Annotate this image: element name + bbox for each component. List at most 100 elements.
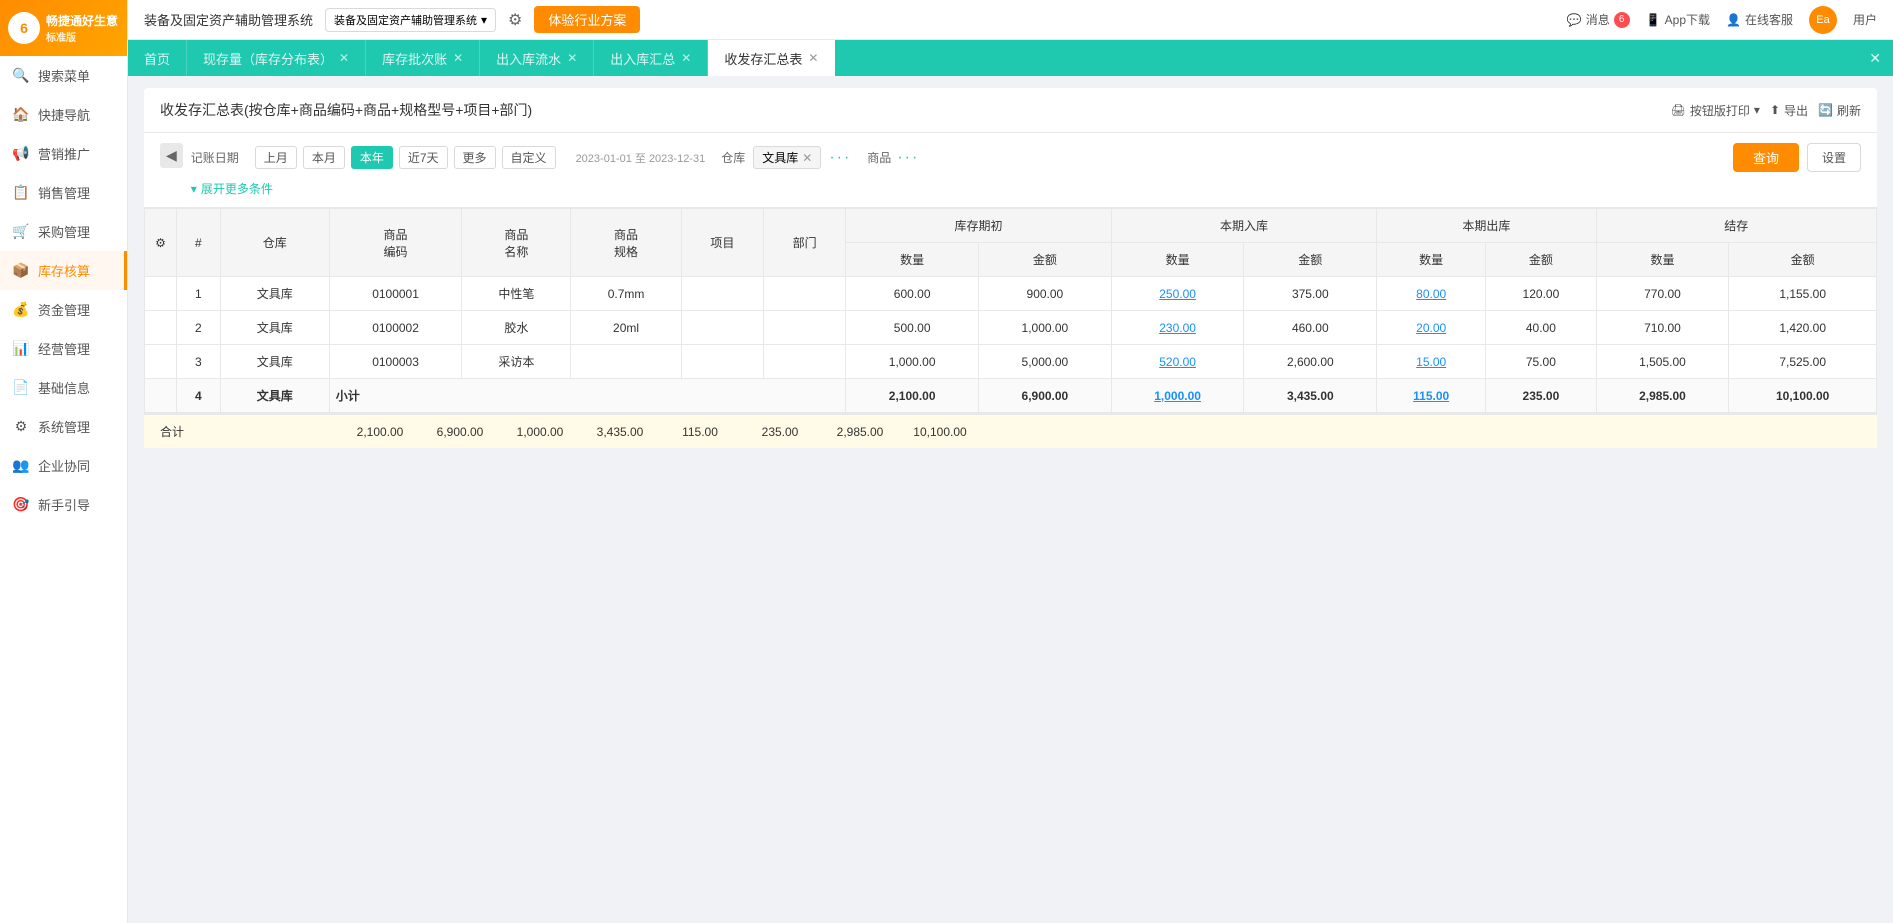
date-btn-本年[interactable]: 本年 [351, 146, 393, 169]
tab-close-icon[interactable]: ✕ [453, 52, 463, 64]
tab-label: 出入库流水 [496, 49, 561, 68]
warehouse-dots[interactable]: ··· [829, 149, 851, 167]
tab-close-icon[interactable]: ✕ [339, 52, 349, 64]
collapse-btn[interactable]: ◀ [160, 143, 183, 168]
dropdown-icon: ▾ [1754, 103, 1760, 117]
tab-收发存汇总表[interactable]: 收发存汇总表✕ [708, 40, 835, 76]
export-action[interactable]: ⬆ 导出 [1770, 102, 1808, 119]
sidebar-label: 库存核算 [38, 261, 90, 280]
sidebar-label: 基础信息 [38, 378, 90, 397]
messages-item[interactable]: 💬 消息 6 [1567, 11, 1630, 28]
table-config-header[interactable]: ⚙ [145, 209, 177, 277]
expand-filter-btn[interactable]: ▾ 展开更多条件 [191, 180, 1861, 197]
sidebar-item-企业协同[interactable]: 👥企业协同 [0, 446, 127, 485]
table-subtotal-row: 4 文具库 小计 2,100.00 6,900.00 1,000.00 3,43… [145, 379, 1877, 413]
tab-出入库汇总[interactable]: 出入库汇总✕ [594, 40, 708, 76]
sidebar-item-搜索菜单[interactable]: 🔍搜索菜单 [0, 56, 127, 95]
sidebar-item-采购管理[interactable]: 🛒采购管理 [0, 212, 127, 251]
product-dots[interactable]: ··· [897, 149, 919, 167]
app-download-label: App下载 [1665, 11, 1710, 28]
tabbar-close-all[interactable]: ✕ [1857, 50, 1893, 67]
system-select[interactable]: 装备及固定资产辅助管理系统 ▾ [325, 8, 496, 32]
print-icon: 🖨 [1671, 103, 1686, 117]
col-out-qty: 数量 [1377, 243, 1486, 277]
total-balance-amt: 10,100.00 [900, 425, 980, 439]
sidebar-item-营销推广[interactable]: 📢营销推广 [0, 134, 127, 173]
table-row: 1 文具库 0100001 中性笔 0.7mm 600.00 900.00 25… [145, 277, 1877, 311]
warehouse-tag-close[interactable]: ✕ [802, 151, 812, 165]
sidebar-icon: 📢 [12, 145, 30, 162]
sidebar-item-库存核算[interactable]: 📦 库存核算 [0, 251, 127, 290]
date-range: 2023-01-01 至 2023-12-31 [576, 150, 706, 166]
messages-label: 消息 [1586, 11, 1610, 28]
settings-button[interactable]: 设置 [1807, 143, 1861, 172]
date-btn-自定义[interactable]: 自定义 [502, 146, 556, 169]
total-balance-qty: 2,985.00 [820, 425, 900, 439]
tab-出入库流水[interactable]: 出入库流水 ✕ [480, 40, 594, 76]
messages-badge: 6 [1614, 12, 1630, 28]
tab-label: 现存量（库存分布表） [203, 49, 333, 68]
sidebar-item-新手引导[interactable]: 🎯新手引导 [0, 485, 127, 524]
data-table: ⚙ # 仓库 商品编码 商品名称 商品规格 项目 部门 库存期初 本期入库 本期… [144, 208, 1877, 413]
online-service-item[interactable]: 👤 在线客服 [1726, 11, 1793, 28]
service-icon: 👤 [1726, 13, 1741, 27]
print-action[interactable]: 🖨 按钮版打印 ▾ [1671, 102, 1760, 119]
export-icon: ⬆ [1770, 103, 1780, 117]
table-row: 2 文具库 0100002 胶水 20ml 500.00 1,000.00 23… [145, 311, 1877, 345]
trial-button[interactable]: 体验行业方案 [534, 6, 640, 33]
total-opening-amt: 6,900.00 [420, 425, 500, 439]
total-in-qty: 1,000.00 [500, 425, 580, 439]
sidebar-label: 快捷导航 [38, 105, 90, 124]
date-btn-近7天[interactable]: 近7天 [399, 146, 448, 169]
tab-现存量（库存分布表）[interactable]: 现存量（库存分布表） ✕ [187, 40, 366, 76]
col-opening-qty: 数量 [846, 243, 979, 277]
sidebar-item-销售管理[interactable]: 📋销售管理 [0, 173, 127, 212]
tab-close-icon[interactable]: ✕ [681, 52, 691, 64]
col-balance: 结存 [1596, 209, 1876, 243]
tab-库存批次账[interactable]: 库存批次账✕ [366, 40, 480, 76]
footer-total: 合计 2,100.00 6,900.00 1,000.00 3,435.00 1… [144, 413, 1877, 448]
sidebar-icon: 🔍 [12, 67, 30, 84]
sidebar-item-资金管理[interactable]: 💰 资金管理 [0, 290, 127, 329]
sidebar-item-快捷导航[interactable]: 🏠快捷导航 [0, 95, 127, 134]
topbar: 装备及固定资产辅助管理系统 装备及固定资产辅助管理系统 ▾ ⚙ 体验行业方案 💬… [128, 0, 1893, 40]
query-button[interactable]: 查询 [1733, 143, 1799, 172]
tab-close-icon[interactable]: ✕ [567, 52, 577, 64]
refresh-action[interactable]: 🔄 刷新 [1818, 102, 1861, 119]
sidebar-icon: 📄 [12, 379, 30, 396]
sidebar-icon: ⚙ [12, 418, 30, 435]
table-header-top: ⚙ # 仓库 商品编码 商品名称 商品规格 项目 部门 库存期初 本期入库 本期… [145, 209, 1877, 243]
main-area: 装备及固定资产辅助管理系统 装备及固定资产辅助管理系统 ▾ ⚙ 体验行业方案 💬… [128, 0, 1893, 923]
sidebar-item-经营管理[interactable]: 📊经营管理 [0, 329, 127, 368]
date-btn-本月[interactable]: 本月 [303, 146, 345, 169]
date-buttons: 上月本月本年近7天更多自定义 [255, 146, 556, 169]
col-code: 商品编码 [329, 209, 462, 277]
col-in: 本期入库 [1111, 209, 1376, 243]
inventory-table: ⚙ # 仓库 商品编码 商品名称 商品规格 项目 部门 库存期初 本期入库 本期… [144, 208, 1877, 413]
user-label: 用户 [1853, 11, 1877, 28]
tab-close-icon[interactable]: ✕ [808, 52, 818, 64]
product-label: 商品 [867, 149, 891, 166]
sidebar-item-系统管理[interactable]: ⚙系统管理 [0, 407, 127, 446]
message-icon: 💬 [1567, 13, 1582, 27]
warehouse-label: 仓库 [721, 149, 745, 166]
sidebar-icon: 📦 [12, 262, 30, 279]
app-download-item[interactable]: 📱 App下载 [1646, 11, 1710, 28]
sidebar-item-基础信息[interactable]: 📄 基础信息 [0, 368, 127, 407]
sidebar-label: 资金管理 [38, 300, 90, 319]
date-label: 记账日期 [191, 149, 239, 166]
col-warehouse: 仓库 [220, 209, 329, 277]
topbar-settings-icon[interactable]: ⚙ [508, 10, 522, 30]
col-in-amt: 金额 [1244, 243, 1377, 277]
logo-sub: 标准版 [46, 29, 118, 44]
sidebar-icon: 💰 [12, 301, 30, 318]
user-avatar[interactable]: Ea [1809, 6, 1837, 34]
col-spec: 商品规格 [571, 209, 681, 277]
warehouse-tag[interactable]: 文具库 ✕ [753, 146, 821, 169]
sidebar-label: 新手引导 [38, 495, 90, 514]
tab-首页[interactable]: 首页 [128, 40, 187, 76]
date-btn-上月[interactable]: 上月 [255, 146, 297, 169]
sidebar-logo: 6 畅捷通好生意 标准版 [0, 0, 127, 56]
total-out-qty: 115.00 [660, 425, 740, 439]
date-btn-更多[interactable]: 更多 [454, 146, 496, 169]
